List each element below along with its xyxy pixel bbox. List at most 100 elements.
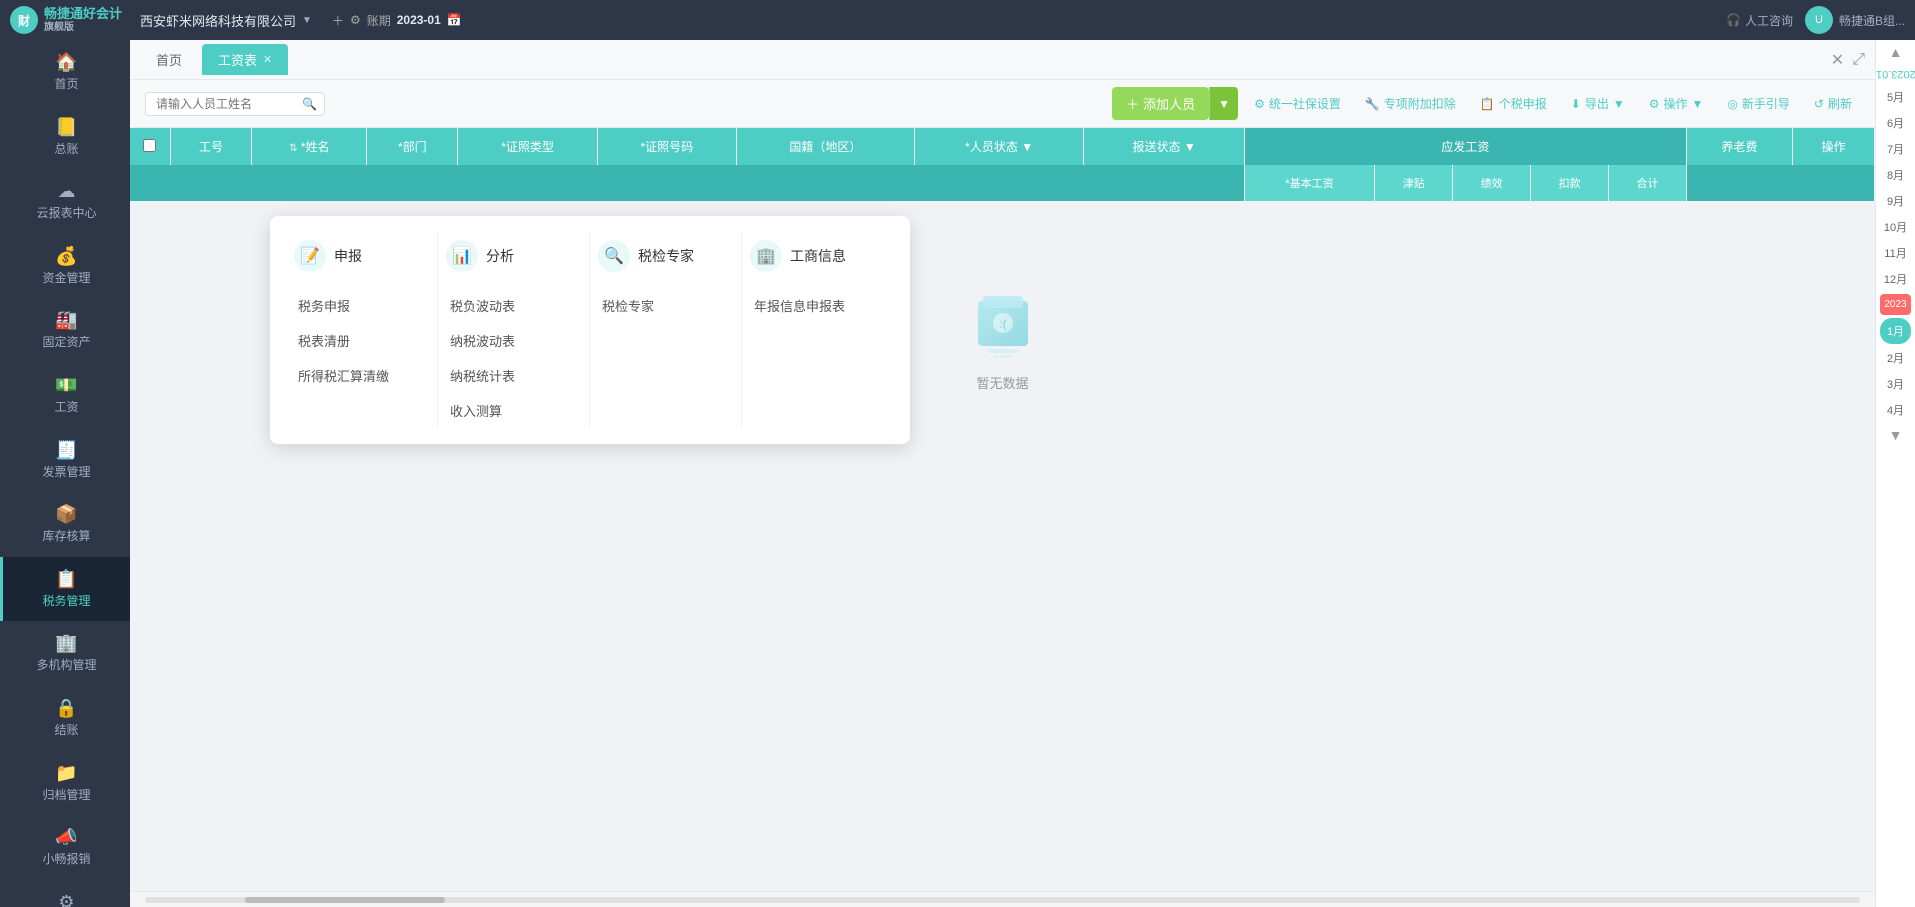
month-9[interactable]: 9月 — [1876, 188, 1915, 214]
month-7[interactable]: 7月 — [1876, 136, 1915, 162]
tax-expert-icon: 🔍 — [598, 240, 630, 272]
company-selector[interactable]: 西安虾米网络科技有限公司 ▼ — [140, 11, 312, 30]
filter-icon-status[interactable]: ▼ — [1021, 140, 1033, 154]
th-dept: *部门 — [367, 128, 458, 165]
th-status: *人员状态 ▼ — [914, 128, 1084, 165]
operate-chevron: ▼ — [1692, 97, 1704, 111]
operate-action[interactable]: ⚙ 操作 ▼ — [1641, 91, 1712, 116]
close-window-icon[interactable]: ✕ — [1831, 50, 1844, 70]
sidebar-item-salary[interactable]: 💵 工资 — [0, 363, 130, 428]
add-company-icon[interactable]: ＋ — [332, 12, 344, 29]
sidebar-item-ledger[interactable]: 📒 总账 — [0, 105, 130, 170]
sidebar-item-multi[interactable]: 🏢 多机构管理 — [0, 621, 130, 686]
th-region: 国籍（地区） — [736, 128, 914, 165]
filter-icon-report[interactable]: ▼ — [1184, 140, 1196, 154]
th-deduction: 扣款 — [1531, 165, 1609, 201]
month-5[interactable]: 5月 — [1876, 84, 1915, 110]
sidebar-item-inventory[interactable]: 📦 库存核算 — [0, 492, 130, 557]
settings-icon[interactable]: ⚙ — [350, 13, 361, 27]
select-all-checkbox[interactable] — [143, 139, 156, 152]
toolbar: 🔍 ＋ 添加人员 ▼ ⚙ 统一社保设置 🔧 专项附加扣除 📋 个税申报 — [130, 80, 1875, 128]
tab-home[interactable]: 首页 — [140, 44, 198, 75]
sidebar-label-home: 首页 — [54, 77, 78, 93]
sidebar-item-promo[interactable]: 📣 小畅报销 — [0, 815, 130, 880]
logo-icon: 财 — [10, 6, 38, 34]
timeline-down-icon[interactable]: ▼ — [1885, 423, 1907, 447]
export-action[interactable]: ⬇ 导出 ▼ — [1563, 91, 1633, 116]
guide-action[interactable]: ◎ 新手引导 — [1719, 91, 1798, 116]
sidebar-item-tax[interactable]: 📋 税务管理 — [0, 557, 130, 622]
dropdown-item-tax-flow[interactable]: 纳税波动表 — [446, 323, 581, 358]
operate-icon: ⚙ — [1649, 97, 1660, 111]
dropdown-item-annual-report[interactable]: 年报信息申报表 — [750, 288, 886, 323]
special-action[interactable]: 🔧 专项附加扣除 — [1357, 91, 1464, 116]
sidebar-label-archive: 归档管理 — [42, 788, 90, 804]
sidebar-item-close[interactable]: 🔒 结账 — [0, 686, 130, 751]
sort-icon-name: ⇅ — [289, 143, 297, 154]
period-value: 2023-01 — [397, 13, 441, 27]
scroll-thumb[interactable] — [245, 897, 445, 903]
th-allowance: 津贴 — [1375, 165, 1453, 201]
dropdown-item-income-calc[interactable]: 收入测算 — [446, 393, 581, 428]
month-3[interactable]: 3月 — [1876, 371, 1915, 397]
year-label-pre: 2023.01 — [1875, 64, 1915, 84]
refresh-action[interactable]: ↺ 刷新 — [1806, 91, 1860, 116]
search-input[interactable] — [156, 97, 296, 111]
tab-salary-label: 工资表 — [218, 50, 257, 69]
th-id-type: *证照类型 — [458, 128, 597, 165]
user-button[interactable]: U 畅捷通B组... — [1805, 6, 1905, 34]
month-12[interactable]: 12月 — [1876, 266, 1915, 292]
funds-icon: 💰 — [55, 246, 77, 267]
company-name: 西安虾米网络科技有限公司 — [140, 11, 296, 30]
th-empty-spacer — [130, 165, 1244, 201]
calendar-icon[interactable]: 📅 — [447, 13, 462, 27]
multi-icon: 🏢 — [55, 633, 77, 654]
sidebar-item-archive[interactable]: 📁 归档管理 — [0, 751, 130, 816]
scroll-track[interactable] — [145, 897, 1860, 903]
dropdown-item-tax-declare[interactable]: 税务申报 — [294, 288, 429, 323]
dropdown-item-tax-burden[interactable]: 税负波动表 — [446, 288, 581, 323]
th-performance: 绩效 — [1453, 165, 1531, 201]
timeline-up-icon[interactable]: ▲ — [1885, 40, 1907, 64]
help-button[interactable]: 🎧 人工咨询 — [1726, 12, 1793, 29]
topbar: 财 畅捷通好会计 旗舰版 西安虾米网络科技有限公司 ▼ ＋ ⚙ 账期 2023-… — [0, 0, 1915, 40]
th-checkbox[interactable] — [130, 128, 170, 165]
month-11[interactable]: 11月 — [1876, 240, 1915, 266]
sidebar-item-funds[interactable]: 💰 资金管理 — [0, 234, 130, 299]
sidebar-item-invoice[interactable]: 🧾 发票管理 — [0, 428, 130, 493]
th-id-no: *证照号码 — [597, 128, 736, 165]
biz-info-label: 工商信息 — [790, 246, 846, 266]
month-6[interactable]: 6月 — [1876, 110, 1915, 136]
tax-expert-label: 税检专家 — [638, 246, 694, 266]
operate-label: 操作 — [1664, 95, 1688, 112]
tax-report-action[interactable]: 📋 个税申报 — [1472, 91, 1555, 116]
month-2[interactable]: 2月 — [1876, 345, 1915, 371]
dropdown-item-tax-stats[interactable]: 纳税统计表 — [446, 358, 581, 393]
sidebar-item-cloud[interactable]: ☁ 云报表中心 — [0, 169, 130, 234]
analysis-icon: 📊 — [446, 240, 478, 272]
headset-icon: 🎧 — [1726, 13, 1741, 27]
dropdown-item-income-tax[interactable]: 所得税汇算清缴 — [294, 358, 429, 393]
tab-salary[interactable]: 工资表 ✕ — [202, 44, 288, 75]
month-4[interactable]: 4月 — [1876, 397, 1915, 423]
month-8[interactable]: 8月 — [1876, 162, 1915, 188]
social-action[interactable]: ⚙ 统一社保设置 — [1246, 91, 1349, 116]
tab-close-icon[interactable]: ✕ — [263, 53, 272, 66]
sidebar-item-home[interactable]: 🏠 首页 — [0, 40, 130, 105]
logo-text: 畅捷通好会计 旗舰版 — [44, 6, 122, 34]
scroll-bar-area — [130, 891, 1875, 907]
expand-icon[interactable]: ⤢ — [1852, 51, 1865, 69]
dropdown-header-analysis: 📊 分析 — [446, 232, 581, 284]
dropdown-header-biz-info: 🏢 工商信息 — [750, 232, 886, 284]
sidebar-label-ledger: 总账 — [54, 142, 78, 158]
sidebar-item-assets[interactable]: 🏭 固定资产 — [0, 298, 130, 363]
dropdown-item-tax-expert[interactable]: 税检专家 — [598, 288, 733, 323]
sidebar-item-settings[interactable]: ⚙ 基础设置 — [0, 880, 130, 907]
month-10[interactable]: 10月 — [1876, 214, 1915, 240]
th-pension: 养老费 — [1687, 128, 1793, 165]
add-person-button[interactable]: ＋ 添加人员 — [1112, 87, 1209, 120]
add-dropdown-button[interactable]: ▼ — [1209, 87, 1238, 120]
search-icon: 🔍 — [302, 97, 317, 111]
month-1-active[interactable]: 1月 — [1880, 318, 1911, 344]
dropdown-item-tax-form[interactable]: 税表清册 — [294, 323, 429, 358]
